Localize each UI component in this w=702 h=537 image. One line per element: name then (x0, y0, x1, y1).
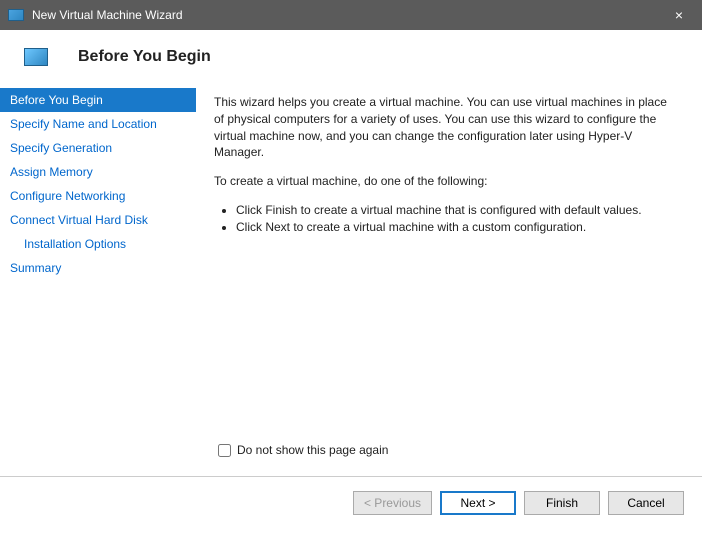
do-not-show-row: Do not show this page again (214, 441, 388, 460)
wizard-body: Before You Begin Specify Name and Locati… (0, 80, 702, 472)
sidebar-item-label: Specify Name and Location (10, 117, 157, 131)
next-button[interactable]: Next > (440, 491, 516, 515)
sidebar-item-summary[interactable]: Summary (0, 256, 196, 280)
sidebar-item-label: Connect Virtual Hard Disk (10, 213, 148, 227)
sidebar-item-specify-name-location[interactable]: Specify Name and Location (0, 112, 196, 136)
wizard-footer: < Previous Next > Finish Cancel (0, 476, 702, 529)
sidebar-item-label: Summary (10, 261, 61, 275)
list-item: Click Finish to create a virtual machine… (236, 202, 680, 219)
sidebar-item-installation-options[interactable]: Installation Options (0, 232, 196, 256)
sidebar-item-before-you-begin[interactable]: Before You Begin (0, 88, 196, 112)
page-title: Before You Begin (78, 48, 211, 66)
wizard-steps-sidebar: Before You Begin Specify Name and Locati… (0, 80, 196, 472)
sidebar-item-label: Installation Options (24, 237, 126, 251)
sidebar-item-label: Configure Networking (10, 189, 125, 203)
sidebar-item-specify-generation[interactable]: Specify Generation (0, 136, 196, 160)
titlebar: New Virtual Machine Wizard × (0, 0, 702, 30)
vm-wizard-icon (8, 9, 24, 21)
close-icon[interactable]: × (664, 7, 694, 23)
window-title: New Virtual Machine Wizard (32, 8, 664, 22)
wizard-content: This wizard helps you create a virtual m… (196, 80, 702, 472)
sidebar-item-label: Before You Begin (10, 93, 103, 107)
sidebar-item-assign-memory[interactable]: Assign Memory (0, 160, 196, 184)
header-vm-icon (24, 48, 48, 66)
list-item: Click Next to create a virtual machine w… (236, 219, 680, 236)
sidebar-item-label: Specify Generation (10, 141, 112, 155)
do-not-show-label: Do not show this page again (237, 442, 388, 459)
sidebar-item-connect-virtual-hard-disk[interactable]: Connect Virtual Hard Disk (0, 208, 196, 232)
sidebar-item-label: Assign Memory (10, 165, 93, 179)
intro-paragraph: This wizard helps you create a virtual m… (214, 94, 680, 161)
finish-button[interactable]: Finish (524, 491, 600, 515)
lead-paragraph: To create a virtual machine, do one of t… (214, 173, 680, 190)
wizard-header: Before You Begin (0, 30, 702, 80)
cancel-button[interactable]: Cancel (608, 491, 684, 515)
sidebar-item-configure-networking[interactable]: Configure Networking (0, 184, 196, 208)
previous-button: < Previous (353, 491, 432, 515)
instructions-list: Click Finish to create a virtual machine… (214, 202, 680, 236)
do-not-show-checkbox[interactable] (218, 444, 231, 457)
